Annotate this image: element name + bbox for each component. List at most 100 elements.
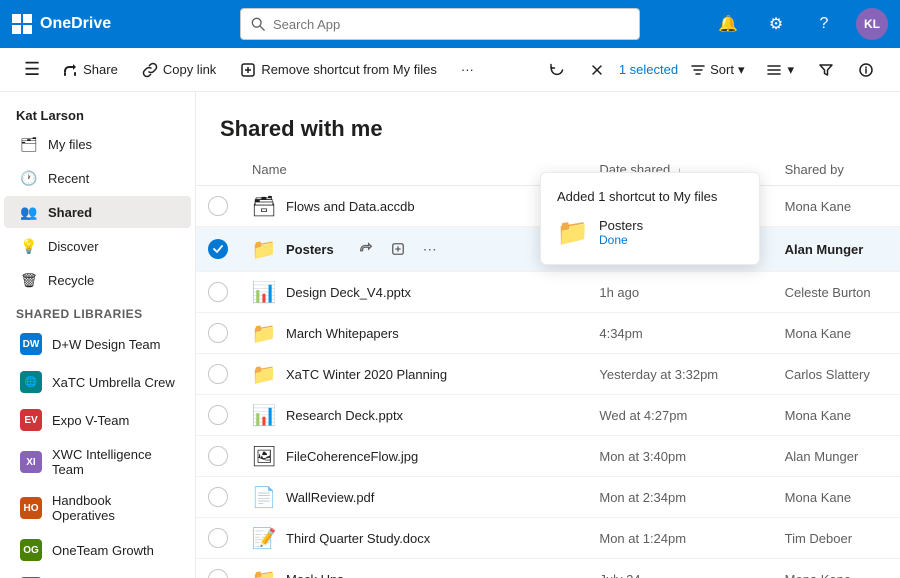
- team-avatar-oneteam: OG: [20, 539, 42, 561]
- file-type-icon: 📄: [252, 485, 276, 509]
- row-checkbox[interactable]: [208, 569, 228, 578]
- toolbar: ☰ Share Copy link Remove shortcut from M…: [0, 48, 900, 92]
- file-name[interactable]: Mock Ups: [286, 572, 344, 578]
- file-name[interactable]: Flows and Data.accdb: [286, 199, 415, 214]
- file-type-icon: 📁: [252, 362, 276, 386]
- file-date: Wed at 4:27pm: [587, 395, 772, 436]
- table-row: 📁March Whitepapers4:34pmMona Kane: [196, 313, 900, 354]
- shared-icon: 👥: [20, 203, 38, 221]
- sidebar: Kat Larson 🗂 My files 🕐 Recent 👥 Shared …: [0, 92, 196, 578]
- info-icon: [858, 62, 874, 78]
- table-row: 📊Research Deck.pptxWed at 4:27pmMona Kan…: [196, 395, 900, 436]
- row-share-btn[interactable]: [352, 235, 380, 263]
- table-row: 📝Third Quarter Study.docxMon at 1:24pmTi…: [196, 518, 900, 559]
- row-checkbox[interactable]: [208, 282, 228, 302]
- discover-icon: 💡: [20, 237, 38, 255]
- tooltip-item-info: Posters Done: [599, 218, 643, 247]
- notifications-button[interactable]: 🔔: [712, 8, 744, 40]
- row-checkbox[interactable]: [208, 487, 228, 507]
- settings-button[interactable]: ⚙: [760, 8, 792, 40]
- tooltip-popup: Added 1 shortcut to My files 📁 Posters D…: [540, 172, 760, 265]
- sidebar-item-oneteam[interactable]: OG OneTeam Growth: [4, 532, 191, 568]
- filter-button[interactable]: [808, 56, 844, 84]
- tooltip-item-name: Posters: [599, 218, 643, 233]
- top-bar: OneDrive 🔔 ⚙ ? KL: [0, 0, 900, 48]
- avatar[interactable]: KL: [856, 8, 888, 40]
- list-icon: [766, 62, 782, 78]
- sort-chevron-icon: ▾: [738, 62, 745, 78]
- file-type-icon: 📊: [252, 280, 276, 304]
- table-row: 📁Mock UpsJuly 24Mona Kane: [196, 559, 900, 578]
- share-button[interactable]: Share: [52, 56, 128, 84]
- grid-icon: [12, 14, 32, 34]
- info-button[interactable]: [848, 56, 884, 84]
- layout: Kat Larson 🗂 My files 🕐 Recent 👥 Shared …: [0, 92, 900, 578]
- row-checkbox[interactable]: [208, 196, 228, 216]
- sidebar-item-xwc[interactable]: XI XWC Intelligence Team: [4, 440, 191, 484]
- hamburger-menu[interactable]: ☰: [16, 55, 48, 84]
- refresh-icon: [549, 62, 565, 78]
- layout-chevron-icon: ▾: [787, 62, 794, 78]
- file-name[interactable]: WallReview.pdf: [286, 490, 374, 505]
- sidebar-item-handbook[interactable]: HO Handbook Operatives: [4, 486, 191, 530]
- sidebar-item-shared[interactable]: 👥 Shared: [4, 196, 191, 228]
- file-row-name: 📝Third Quarter Study.docx: [252, 526, 575, 550]
- file-shared-by: Carlos Slattery: [773, 354, 900, 395]
- sidebar-item-recycle[interactable]: 🗑 Recycle: [4, 264, 191, 296]
- sidebar-item-paris[interactable]: PT Paris Team: [4, 570, 191, 578]
- row-checkbox[interactable]: [208, 323, 228, 343]
- col-name[interactable]: Name: [240, 154, 587, 186]
- sidebar-item-expo[interactable]: EV Expo V-Team: [4, 402, 191, 438]
- sidebar-item-dw[interactable]: DW D+W Design Team: [4, 326, 191, 362]
- row-checkbox[interactable]: [208, 364, 228, 384]
- file-name[interactable]: Research Deck.pptx: [286, 408, 403, 423]
- close-selected-button[interactable]: [579, 56, 615, 84]
- layout-toggle-button[interactable]: ▾: [756, 56, 804, 84]
- col-shared-by[interactable]: Shared by: [773, 154, 900, 186]
- selected-badge: 1 selected: [619, 62, 678, 77]
- file-name[interactable]: FileCoherenceFlow.jpg: [286, 449, 418, 464]
- file-date: Mon at 1:24pm: [587, 518, 772, 559]
- file-date: Mon at 2:34pm: [587, 477, 772, 518]
- refresh-button[interactable]: [539, 56, 575, 84]
- file-row-name: 📁Posters ⋯: [252, 235, 575, 263]
- main-content: Shared with me Name Date shared ↓ Shared…: [196, 92, 900, 578]
- sidebar-item-discover[interactable]: 💡 Discover: [4, 230, 191, 262]
- file-name[interactable]: Third Quarter Study.docx: [286, 531, 430, 546]
- file-type-icon: 📊: [252, 403, 276, 427]
- app-logo[interactable]: OneDrive: [12, 14, 232, 34]
- file-name[interactable]: XaTC Winter 2020 Planning: [286, 367, 447, 382]
- more-toolbar-button[interactable]: ···: [451, 56, 484, 83]
- remove-shortcut-button[interactable]: Remove shortcut from My files: [230, 56, 447, 84]
- sidebar-item-xatc[interactable]: 🌐 XaTC Umbrella Crew: [4, 364, 191, 400]
- team-avatar-expo: EV: [20, 409, 42, 431]
- row-more-btn[interactable]: ⋯: [416, 235, 444, 263]
- file-row-name: 📊 Design Deck_V4.pptx: [252, 280, 575, 304]
- sort-button[interactable]: Sort ▾: [682, 58, 752, 82]
- row-checkbox-checked[interactable]: [208, 239, 228, 259]
- team-avatar-handbook: HO: [20, 497, 42, 519]
- copy-link-button[interactable]: Copy link: [132, 56, 226, 84]
- search-bar: [240, 8, 640, 40]
- help-button[interactable]: ?: [808, 8, 840, 40]
- file-row-name: 🖼FileCoherenceFlow.jpg: [252, 444, 575, 468]
- sort-icon: [690, 62, 706, 78]
- file-name[interactable]: Posters: [286, 242, 334, 257]
- row-checkbox[interactable]: [208, 446, 228, 466]
- sidebar-item-my-files[interactable]: 🗂 My files: [4, 128, 191, 160]
- row-shortcut-btn[interactable]: [384, 235, 412, 263]
- file-type-icon: 📁: [252, 567, 276, 578]
- file-shared-by: Mona Kane: [773, 186, 900, 227]
- sidebar-item-recent[interactable]: 🕐 Recent: [4, 162, 191, 194]
- row-checkbox[interactable]: [208, 528, 228, 548]
- close-icon: [589, 62, 605, 78]
- tooltip-title: Added 1 shortcut to My files: [557, 189, 743, 204]
- row-checkbox[interactable]: [208, 405, 228, 425]
- file-name[interactable]: Design Deck_V4.pptx: [286, 285, 411, 300]
- row-actions: ⋯: [352, 235, 444, 263]
- file-date: Yesterday at 3:32pm: [587, 354, 772, 395]
- search-input[interactable]: [273, 17, 629, 32]
- file-row-name: 📁March Whitepapers: [252, 321, 575, 345]
- sidebar-user: Kat Larson: [0, 100, 195, 127]
- file-name[interactable]: March Whitepapers: [286, 326, 399, 341]
